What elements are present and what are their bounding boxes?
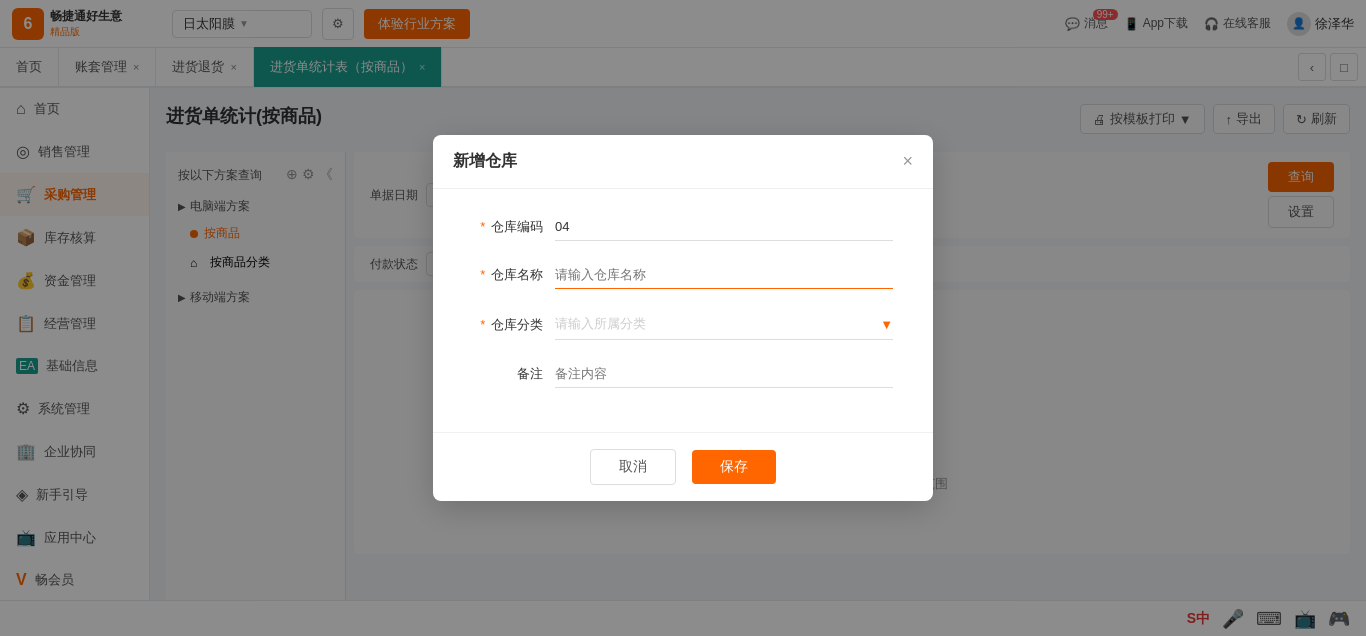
name-required-mark: * bbox=[480, 267, 485, 282]
name-input[interactable] bbox=[555, 261, 893, 289]
category-label-text: 仓库分类 bbox=[491, 317, 543, 332]
modal-body: * 仓库编码 * 仓库名称 * 仓库分类 请输入所属 bbox=[433, 189, 933, 432]
form-row-note: 备注 bbox=[473, 360, 893, 388]
note-label: 备注 bbox=[473, 365, 543, 383]
code-required-mark: * bbox=[480, 219, 485, 234]
note-input[interactable] bbox=[555, 360, 893, 388]
category-select[interactable]: 请输入所属分类 ▼ bbox=[555, 309, 893, 340]
form-row-name: * 仓库名称 bbox=[473, 261, 893, 289]
name-label: * 仓库名称 bbox=[473, 266, 543, 284]
modal-header: 新增仓库 × bbox=[433, 135, 933, 189]
modal-title: 新增仓库 bbox=[453, 151, 517, 172]
add-warehouse-modal: 新增仓库 × * 仓库编码 * 仓库名称 bbox=[433, 135, 933, 501]
category-label: * 仓库分类 bbox=[473, 316, 543, 334]
form-row-code: * 仓库编码 bbox=[473, 213, 893, 241]
category-required-mark: * bbox=[480, 317, 485, 332]
category-placeholder: 请输入所属分类 bbox=[555, 315, 646, 333]
category-dropdown-arrow: ▼ bbox=[880, 317, 893, 332]
modal-close-button[interactable]: × bbox=[902, 151, 913, 172]
cancel-button[interactable]: 取消 bbox=[590, 449, 676, 485]
code-label: * 仓库编码 bbox=[473, 218, 543, 236]
code-label-text: 仓库编码 bbox=[491, 219, 543, 234]
modal-footer: 取消 保存 bbox=[433, 432, 933, 501]
code-input[interactable] bbox=[555, 213, 893, 241]
form-row-category: * 仓库分类 请输入所属分类 ▼ bbox=[473, 309, 893, 340]
save-button[interactable]: 保存 bbox=[692, 450, 776, 484]
modal-overlay[interactable]: 新增仓库 × * 仓库编码 * 仓库名称 bbox=[0, 0, 1366, 636]
name-label-text: 仓库名称 bbox=[491, 267, 543, 282]
note-label-text: 备注 bbox=[517, 366, 543, 381]
